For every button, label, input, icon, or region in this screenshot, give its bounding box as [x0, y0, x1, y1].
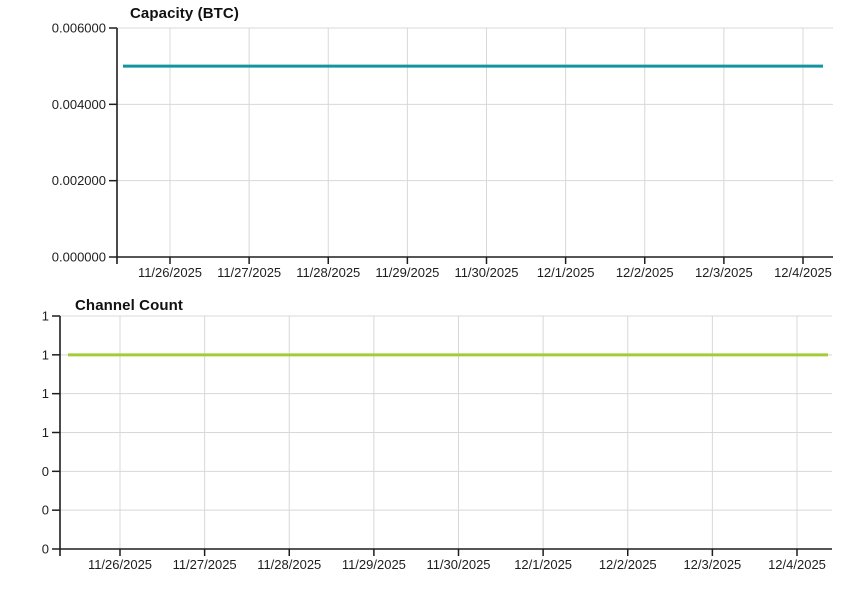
x-tick-label: 11/29/2025 — [342, 557, 406, 572]
y-tick-label: 0.004000 — [52, 97, 106, 112]
y-tick-label: 0 — [42, 542, 49, 557]
x-tick-label: 11/29/2025 — [375, 265, 439, 280]
y-tick-label: 0 — [42, 503, 49, 518]
x-tick-label: 11/30/2025 — [426, 557, 490, 572]
x-tick-label: 12/1/2025 — [537, 265, 595, 280]
x-tick-label: 11/27/2025 — [217, 265, 281, 280]
dual-line-chart-panel: Capacity (BTC) Channel Count 0.0060000.0… — [0, 0, 860, 600]
y-tick-label: 0.000000 — [52, 250, 106, 265]
x-tick-label: 12/2/2025 — [599, 557, 657, 572]
x-tick-label: 11/26/2025 — [88, 557, 152, 572]
x-tick-label: 12/4/2025 — [768, 557, 826, 572]
x-tick-label: 12/2/2025 — [616, 265, 674, 280]
x-tick-label: 11/30/2025 — [454, 265, 518, 280]
x-tick-label: 12/1/2025 — [514, 557, 572, 572]
y-tick-label: 1 — [42, 309, 49, 324]
y-tick-label: 1 — [42, 347, 49, 362]
x-tick-label: 12/3/2025 — [695, 265, 753, 280]
x-tick-label: 12/3/2025 — [683, 557, 741, 572]
y-tick-label: 0.002000 — [52, 173, 106, 188]
y-tick-label: 1 — [42, 425, 49, 440]
y-tick-label: 0.006000 — [52, 21, 106, 36]
line-charts-canvas: 0.006000 0.004000 0.002000 0.000000 11/26/20… — [0, 0, 860, 600]
x-tick-label: 12/4/2025 — [774, 265, 832, 280]
x-tick-label: 11/26/2025 — [138, 265, 202, 280]
x-tick-label: 11/27/2025 — [173, 557, 237, 572]
y-tick-label: 0 — [42, 464, 49, 479]
x-tick-label: 11/28/2025 — [296, 265, 360, 280]
y-tick-label: 1 — [42, 386, 49, 401]
x-tick-label: 11/28/2025 — [257, 557, 321, 572]
